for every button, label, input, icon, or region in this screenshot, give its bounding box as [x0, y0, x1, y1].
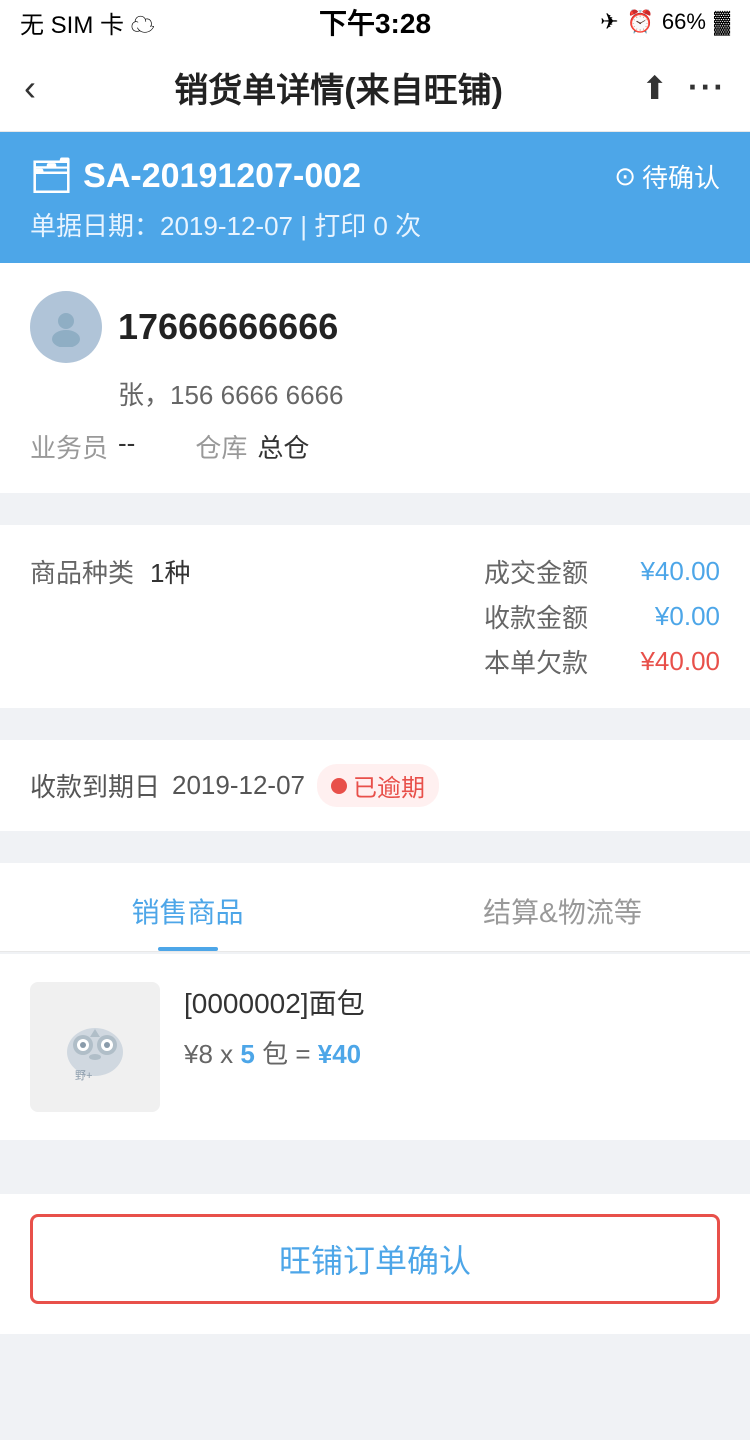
unit: 包 [262, 1039, 288, 1069]
order-status: ⊙ 待确认 [614, 158, 720, 195]
price-value: ¥8 [184, 1039, 213, 1069]
product-name: [0000002]面包 [184, 982, 720, 1022]
salesperson-value: -- [118, 428, 135, 465]
quantity: 5 [240, 1039, 254, 1069]
battery-level: 66% [662, 9, 706, 35]
sim-status: 无 SIM 卡 ☁ [20, 5, 155, 40]
back-button[interactable]: ‹ [24, 67, 36, 109]
received-value: ¥0.00 [600, 601, 720, 632]
page-title: 销货单详情(来自旺铺) [174, 63, 503, 112]
battery-icon: ▓ [714, 9, 730, 35]
divider-2 [0, 724, 750, 740]
avatar [30, 291, 102, 363]
due-date-card: 收款到期日 2019-12-07 已逾期 [0, 740, 750, 831]
order-header-top: 🗂 SA-20191207-002 ⊙ 待确认 [30, 156, 720, 196]
order-id: 🗂 SA-20191207-002 [30, 156, 361, 196]
bottom-bar: 旺铺订单确认 [0, 1194, 750, 1334]
overdue-text: 已逾期 [353, 768, 425, 803]
status-bar-left: 无 SIM 卡 ☁ [20, 5, 155, 40]
status-bar: 无 SIM 卡 ☁ 下午3:28 ✈ ⏰ 66% ▓ [0, 0, 750, 44]
due-date-value: 2019-12-07 [172, 770, 305, 801]
location-icon: ✈ [600, 9, 618, 35]
salesperson-label: 业务员 [30, 428, 108, 465]
order-id-icon: 🗂 [30, 156, 73, 196]
order-date: 单据日期：2019-12-07 | 打印 0 次 [30, 206, 720, 243]
customer-phone: 17666666666 [118, 306, 338, 348]
customer-card: 17666666666 张，156 6666 6666 业务员 -- 仓库 总仓 [0, 263, 750, 493]
clock-icon: ⊙ [614, 161, 636, 192]
overdue-dot-icon [331, 778, 347, 794]
salesperson-field: 业务员 -- [30, 428, 135, 465]
transaction-label: 成交金额 [484, 553, 588, 590]
nav-bar: ‹ 销货单详情(来自旺铺) ⬆ ··· [0, 44, 750, 132]
amounts-card: 商品种类 1种 成交金额 ¥40.00 收款金额 ¥0.00 本单欠款 ¥40.… [0, 525, 750, 708]
divider-1 [0, 509, 750, 525]
customer-name: 张，156 6666 6666 [118, 375, 720, 412]
tab-settlement[interactable]: 结算&物流等 [375, 863, 750, 951]
received-label: 收款金额 [484, 598, 588, 635]
product-image: 野+ [30, 982, 160, 1112]
equals-symbol: = [295, 1039, 310, 1069]
product-price: ¥8 x 5 包 = ¥40 [184, 1034, 720, 1071]
due-date-label: 收款到期日 [30, 767, 160, 804]
owed-amount: 本单欠款 ¥40.00 [484, 643, 720, 680]
transaction-value: ¥40.00 [600, 556, 720, 587]
transaction-amount: 成交金额 ¥40.00 [484, 553, 720, 590]
divider-3 [0, 847, 750, 863]
owed-value: ¥40.00 [600, 646, 720, 677]
order-status-text: 待确认 [642, 158, 720, 195]
share-icon[interactable]: ⬆ [641, 69, 668, 107]
more-icon[interactable]: ··· [688, 69, 726, 106]
svg-text:野+: 野+ [75, 1069, 92, 1082]
order-id-text: SA-20191207-002 [83, 157, 361, 196]
overdue-badge: 已逾期 [317, 764, 439, 807]
status-bar-right: ✈ ⏰ 66% ▓ [600, 9, 730, 35]
warehouse-label: 仓库 [195, 428, 247, 465]
order-header: 🗂 SA-20191207-002 ⊙ 待确认 单据日期：2019-12-07 … [0, 132, 750, 263]
product-type-value: 1种 [150, 553, 190, 590]
owed-label: 本单欠款 [484, 643, 588, 680]
confirm-order-button[interactable]: 旺铺订单确认 [30, 1214, 720, 1304]
warehouse-value: 总仓 [257, 428, 309, 465]
total-price: ¥40 [318, 1039, 361, 1069]
alarm-icon: ⏰ [627, 9, 654, 35]
customer-meta: 业务员 -- 仓库 总仓 [30, 428, 720, 465]
price-multiply: x [220, 1039, 233, 1069]
product-image-placeholder: 野+ [30, 982, 160, 1112]
nav-actions: ⬆ ··· [641, 69, 726, 107]
tab-sales-products[interactable]: 销售商品 [0, 863, 375, 951]
amounts-row: 商品种类 1种 成交金额 ¥40.00 收款金额 ¥0.00 本单欠款 ¥40.… [30, 553, 720, 680]
customer-header: 17666666666 [30, 291, 720, 363]
warehouse-field: 仓库 总仓 [195, 428, 309, 465]
received-amount: 收款金额 ¥0.00 [484, 598, 720, 635]
product-type-label: 商品种类 [30, 553, 134, 590]
product-type-section: 商品种类 1种 [30, 553, 190, 590]
product-card: 野+ [0000002]面包 ¥8 x 5 包 = ¥40 [0, 954, 750, 1140]
amounts-right: 成交金额 ¥40.00 收款金额 ¥0.00 本单欠款 ¥40.00 [484, 553, 720, 680]
status-bar-time: 下午3:28 [319, 2, 431, 42]
tabs-bar: 销售商品 结算&物流等 [0, 863, 750, 952]
product-info: [0000002]面包 ¥8 x 5 包 = ¥40 [184, 982, 720, 1071]
